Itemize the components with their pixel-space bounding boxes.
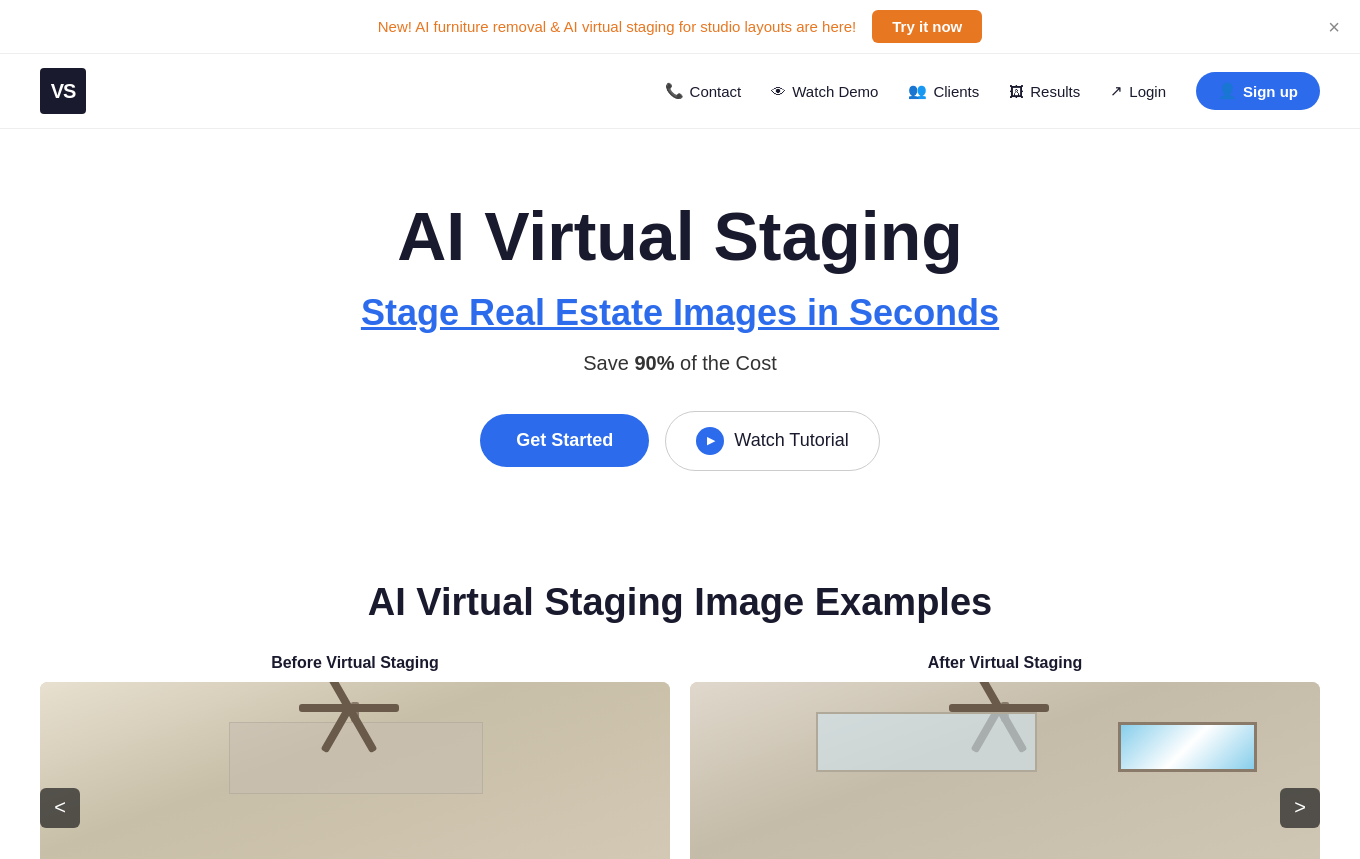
try-it-now-button[interactable]: Try it now [872, 10, 982, 43]
painting [1118, 722, 1257, 772]
logo[interactable]: VS [40, 68, 86, 114]
ceiling-fan-before [295, 692, 415, 732]
save-suffix: of the Cost [674, 352, 776, 374]
signup-button[interactable]: 👤 Sign up [1196, 72, 1320, 110]
fan-blade-4 [299, 704, 349, 712]
results-icon: 🖼 [1009, 83, 1024, 100]
after-room [690, 682, 1320, 859]
before-label: Before Virtual Staging [271, 654, 439, 672]
nav-watch-demo[interactable]: 👁 Watch Demo [771, 83, 878, 100]
hero-title: AI Virtual Staging [40, 199, 1320, 274]
signup-label: Sign up [1243, 83, 1298, 100]
nav-results-label: Results [1030, 83, 1080, 100]
nav-contact-label: Contact [690, 83, 742, 100]
login-label: Login [1129, 83, 1166, 100]
after-label: After Virtual Staging [928, 654, 1082, 672]
nav-clients[interactable]: 👥 Clients [908, 82, 979, 100]
banner-text: New! AI furniture removal & AI virtual s… [378, 18, 857, 35]
nav-clients-label: Clients [933, 83, 979, 100]
login-icon: ↗ [1110, 82, 1123, 100]
nav-watch-demo-label: Watch Demo [792, 83, 878, 100]
navbar: VS 📞 Contact 👁 Watch Demo 👥 Clients 🖼 Re… [0, 54, 1360, 129]
watch-tutorial-label: Watch Tutorial [734, 430, 848, 451]
before-room [40, 682, 670, 859]
watch-tutorial-button[interactable]: ▶ Watch Tutorial [665, 411, 879, 471]
nav-contact[interactable]: 📞 Contact [665, 82, 742, 100]
hero-section: AI Virtual Staging Stage Real Estate Ima… [0, 129, 1360, 561]
top-banner: New! AI furniture removal & AI virtual s… [0, 0, 1360, 54]
nav-links: 📞 Contact 👁 Watch Demo 👥 Clients 🖼 Resul… [665, 72, 1320, 110]
signup-icon: 👤 [1218, 82, 1237, 100]
hero-subtitle: Stage Real Estate Images in Seconds [40, 292, 1320, 334]
fan-blade-3 [321, 706, 353, 753]
save-prefix: Save [583, 352, 634, 374]
clients-icon: 👥 [908, 82, 927, 100]
get-started-button[interactable]: Get Started [480, 414, 649, 467]
window-after [816, 712, 1037, 772]
nav-results[interactable]: 🖼 Results [1009, 83, 1080, 100]
hero-buttons: Get Started ▶ Watch Tutorial [40, 411, 1320, 471]
fan-blade-a1 [999, 704, 1049, 712]
phone-icon: 📞 [665, 82, 684, 100]
examples-section: AI Virtual Staging Image Examples Before… [0, 561, 1360, 859]
examples-grid: Before Virtual Staging After Virtual Sta… [40, 654, 1320, 859]
fan-blade-a4 [949, 704, 999, 712]
fan-blade-1 [349, 704, 399, 712]
examples-title: AI Virtual Staging Image Examples [40, 581, 1320, 624]
banner-close-button[interactable]: × [1328, 17, 1340, 37]
save-percent: 90% [634, 352, 674, 374]
eye-icon: 👁 [771, 83, 786, 100]
before-column: Before Virtual Staging [40, 654, 670, 859]
carousel-next-button[interactable]: > [1280, 788, 1320, 828]
hero-save-text: Save 90% of the Cost [40, 352, 1320, 375]
play-icon: ▶ [696, 427, 724, 455]
login-link[interactable]: ↗ Login [1110, 82, 1166, 100]
before-image [40, 682, 670, 859]
after-column: After Virtual Staging [690, 654, 1320, 859]
carousel-prev-button[interactable]: < [40, 788, 80, 828]
after-image [690, 682, 1320, 859]
